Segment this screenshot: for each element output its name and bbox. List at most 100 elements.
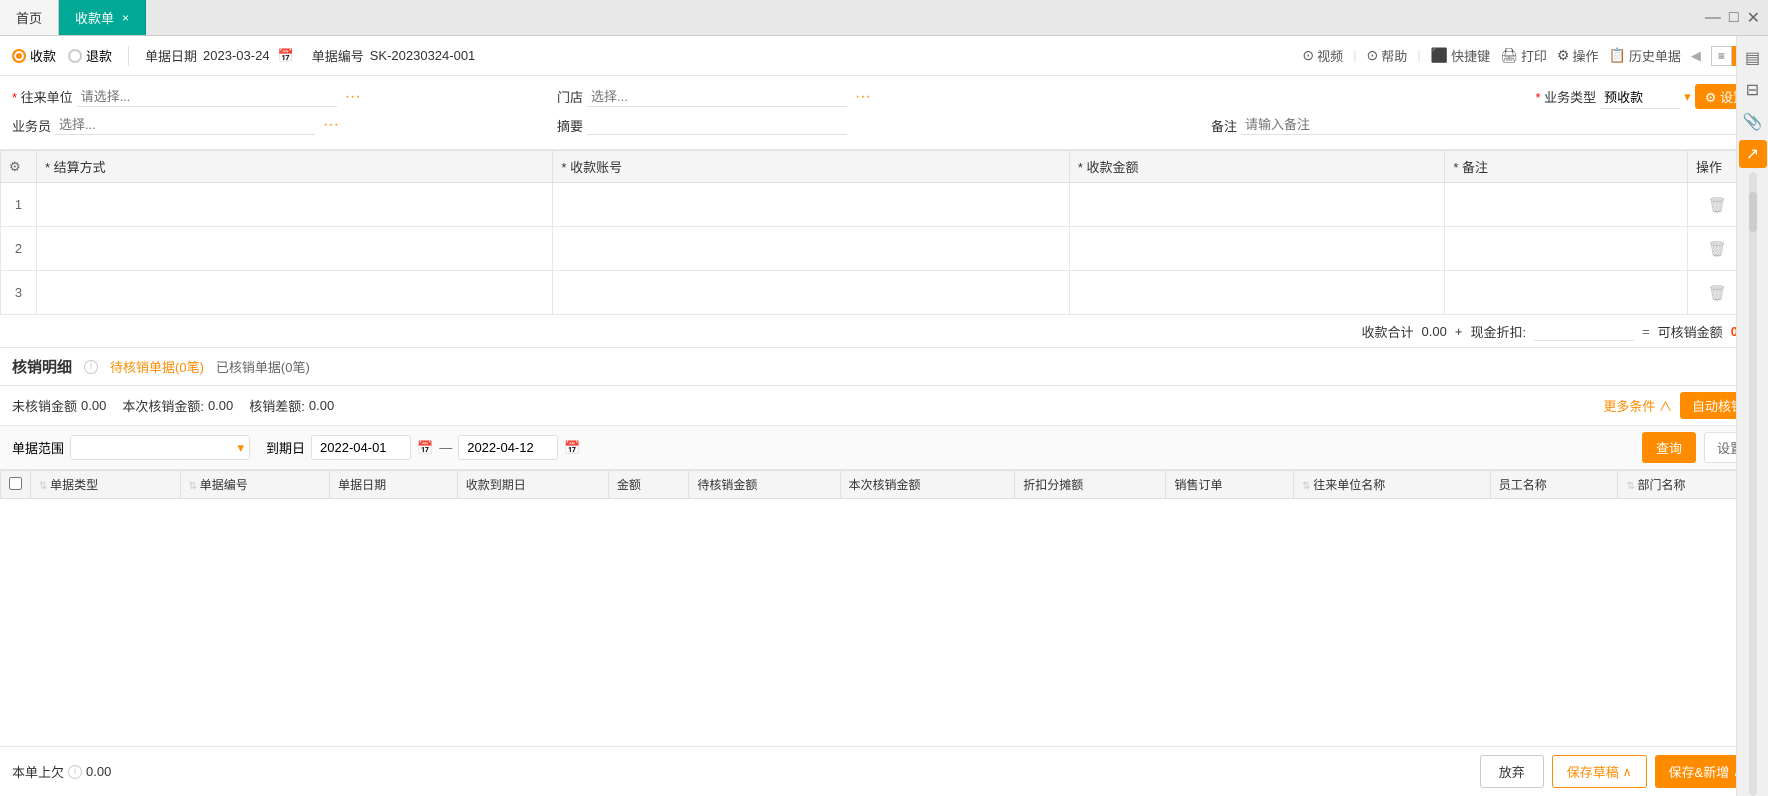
sidebar-icon-1[interactable]: ▤ bbox=[1739, 44, 1767, 72]
salesperson-input[interactable] bbox=[55, 115, 315, 135]
divider-1 bbox=[128, 46, 129, 66]
store-input[interactable] bbox=[587, 87, 847, 107]
diff-value: 0.00 bbox=[309, 398, 334, 413]
bottom-info-icon: i bbox=[68, 765, 82, 779]
more-filter-btn[interactable]: 更多条件 ∧ bbox=[1603, 396, 1672, 415]
sidebar-icon-4[interactable]: ↗ bbox=[1739, 140, 1767, 168]
row-1-num: 1 bbox=[1, 183, 37, 227]
bottom-table-wrap: 单据类型 单据编号 单据日期 收款到期日 金额 待核销金额 本次核销金额 折扣分… bbox=[0, 470, 1768, 746]
discount-label: 现金折扣: bbox=[1470, 322, 1526, 341]
tab-home[interactable]: 首页 bbox=[0, 0, 59, 35]
row-1-amount[interactable] bbox=[1069, 183, 1445, 227]
range-label: 单据范围 bbox=[12, 438, 64, 457]
main-content: 收款 退款 单据日期 2023-03-24 📅 单据编号 SK-20230324… bbox=[0, 36, 1768, 796]
total-value: 0.00 bbox=[1422, 324, 1447, 339]
counterpart-input[interactable] bbox=[77, 87, 337, 107]
col-doc-num[interactable]: 单据编号 bbox=[180, 471, 330, 499]
row-2-amount[interactable] bbox=[1069, 227, 1445, 271]
save-draft-button[interactable]: 保存草稿 ∧ bbox=[1552, 755, 1647, 788]
video-btn[interactable]: ⊙ 视频 bbox=[1302, 46, 1343, 65]
store-label: 门店 bbox=[557, 87, 583, 106]
row-3-note[interactable] bbox=[1445, 271, 1688, 315]
tab-receipt-label: 收款单 bbox=[75, 8, 114, 27]
counterpart-label: 往来单位 bbox=[12, 87, 73, 106]
col-counterpart[interactable]: 往来单位名称 bbox=[1294, 471, 1491, 499]
summary-input[interactable] bbox=[587, 115, 847, 135]
form-area: 往来单位 ··· 门店 ··· 业务类型 预收款 ▾ ⚙ 设置 bbox=[0, 76, 1768, 150]
table-header: ⚙ * 结算方式 * 收款账号 * 收款金额 * 备注 操作 bbox=[1, 151, 1768, 183]
row-3-account[interactable] bbox=[553, 271, 1069, 315]
table-settings-icon[interactable]: ⚙ bbox=[9, 159, 21, 174]
biz-type-arrow[interactable]: ▾ bbox=[1684, 89, 1691, 105]
range-select[interactable] bbox=[70, 435, 250, 460]
query-btn[interactable]: 查询 bbox=[1642, 432, 1696, 463]
row-2-settle[interactable] bbox=[37, 227, 553, 271]
row-2-note[interactable] bbox=[1445, 227, 1688, 271]
minimize-icon[interactable]: — bbox=[1705, 9, 1721, 27]
col-doc-date: 单据日期 bbox=[330, 471, 458, 499]
bottom-bar: 本单上欠 i 0.00 放弃 保存草稿 ∧ 保存&新增 ∧ bbox=[0, 746, 1768, 796]
col-checkbox[interactable] bbox=[1, 471, 31, 499]
select-all-checkbox[interactable] bbox=[9, 477, 22, 490]
row-3-settle[interactable] bbox=[37, 271, 553, 315]
total-label: 收款合计 bbox=[1362, 322, 1414, 341]
verify-stats: 未核销金额 0.00 本次核销金额: 0.00 核销差额: 0.00 更多条件 … bbox=[0, 386, 1768, 426]
sidebar-scrollbar[interactable] bbox=[1749, 172, 1757, 796]
row-2-delete-icon[interactable]: 🗑 bbox=[1708, 241, 1727, 258]
range-select-wrap bbox=[70, 435, 250, 460]
calendar-icon[interactable]: 📅 bbox=[278, 48, 294, 64]
row-1-settle[interactable] bbox=[37, 183, 553, 227]
number-label: 单据编号 bbox=[312, 46, 364, 65]
date-to-input[interactable] bbox=[458, 435, 558, 460]
tab-receipt[interactable]: 收款单 × bbox=[59, 0, 146, 35]
date-field: 到期日 📅 — 📅 bbox=[266, 435, 580, 460]
remark-input[interactable] bbox=[1241, 115, 1756, 135]
date-label: 到期日 bbox=[266, 438, 305, 457]
row-3-delete-icon[interactable]: 🗑 bbox=[1708, 285, 1727, 302]
help-label: 帮助 bbox=[1381, 46, 1407, 65]
abandon-button[interactable]: 放弃 bbox=[1480, 755, 1544, 788]
cal-to-icon[interactable]: 📅 bbox=[564, 440, 580, 456]
done-tab[interactable]: 已核销单据(0笔) bbox=[216, 357, 310, 376]
remark-label: 备注 bbox=[1211, 116, 1237, 135]
col-settings[interactable]: ⚙ bbox=[1, 151, 37, 183]
receivable-label: 可核销金额 bbox=[1658, 322, 1723, 341]
table-row: 2 🗑 ⧉ bbox=[1, 227, 1768, 271]
help-btn[interactable]: ⊙ 帮助 bbox=[1367, 46, 1408, 65]
shortcut-btn[interactable]: ⬛ 快捷键 bbox=[1431, 46, 1490, 65]
maximize-icon[interactable]: □ bbox=[1729, 9, 1739, 27]
row-1-delete-icon[interactable]: 🗑 bbox=[1708, 197, 1727, 214]
sidebar-icon-3[interactable]: 📎 bbox=[1739, 108, 1767, 136]
close-icon[interactable]: ✕ bbox=[1747, 8, 1760, 28]
list-view-icon[interactable]: ≡ bbox=[1711, 46, 1732, 66]
cal-from-icon[interactable]: 📅 bbox=[417, 440, 433, 456]
row-3-amount[interactable] bbox=[1069, 271, 1445, 315]
row-1-note[interactable] bbox=[1445, 183, 1688, 227]
counterpart-more-btn[interactable]: ··· bbox=[341, 88, 365, 106]
sidebar-icon-2[interactable]: ⊟ bbox=[1739, 76, 1767, 104]
remark-field: 备注 bbox=[1211, 115, 1756, 135]
history-btn[interactable]: 📋 历史单据 bbox=[1608, 46, 1680, 65]
print-btn[interactable]: 🖨 打印 bbox=[1500, 46, 1547, 65]
salesperson-more-btn[interactable]: ··· bbox=[319, 116, 343, 134]
operation-btn[interactable]: ⚙ 操作 bbox=[1557, 46, 1599, 65]
bottom-table-header: 单据类型 单据编号 单据日期 收款到期日 金额 待核销金额 本次核销金额 折扣分… bbox=[1, 471, 1768, 499]
col-pending-amt: 待核销金额 bbox=[689, 471, 840, 499]
row-1-account[interactable] bbox=[553, 183, 1069, 227]
col-doc-type[interactable]: 单据类型 bbox=[31, 471, 181, 499]
receipt-radio[interactable]: 收款 bbox=[12, 46, 56, 65]
eq-sign: = bbox=[1642, 324, 1650, 339]
date-from-input[interactable] bbox=[311, 435, 411, 460]
col-note-label: * 备注 bbox=[1453, 160, 1488, 175]
discount-input[interactable] bbox=[1534, 321, 1634, 341]
tab-close-icon[interactable]: × bbox=[122, 11, 129, 25]
col-op-label: 操作 bbox=[1696, 160, 1722, 175]
pending-tab[interactable]: 待核销单据(0笔) bbox=[110, 357, 204, 376]
store-more-btn[interactable]: ··· bbox=[851, 88, 875, 106]
nav-prev-icon[interactable]: ◀ bbox=[1691, 48, 1701, 64]
summary-label: 摘要 bbox=[557, 116, 583, 135]
row-2-account[interactable] bbox=[553, 227, 1069, 271]
sidebar-scrollbar-thumb bbox=[1749, 192, 1757, 232]
refund-radio[interactable]: 退款 bbox=[68, 46, 112, 65]
range-field: 单据范围 bbox=[12, 435, 250, 460]
